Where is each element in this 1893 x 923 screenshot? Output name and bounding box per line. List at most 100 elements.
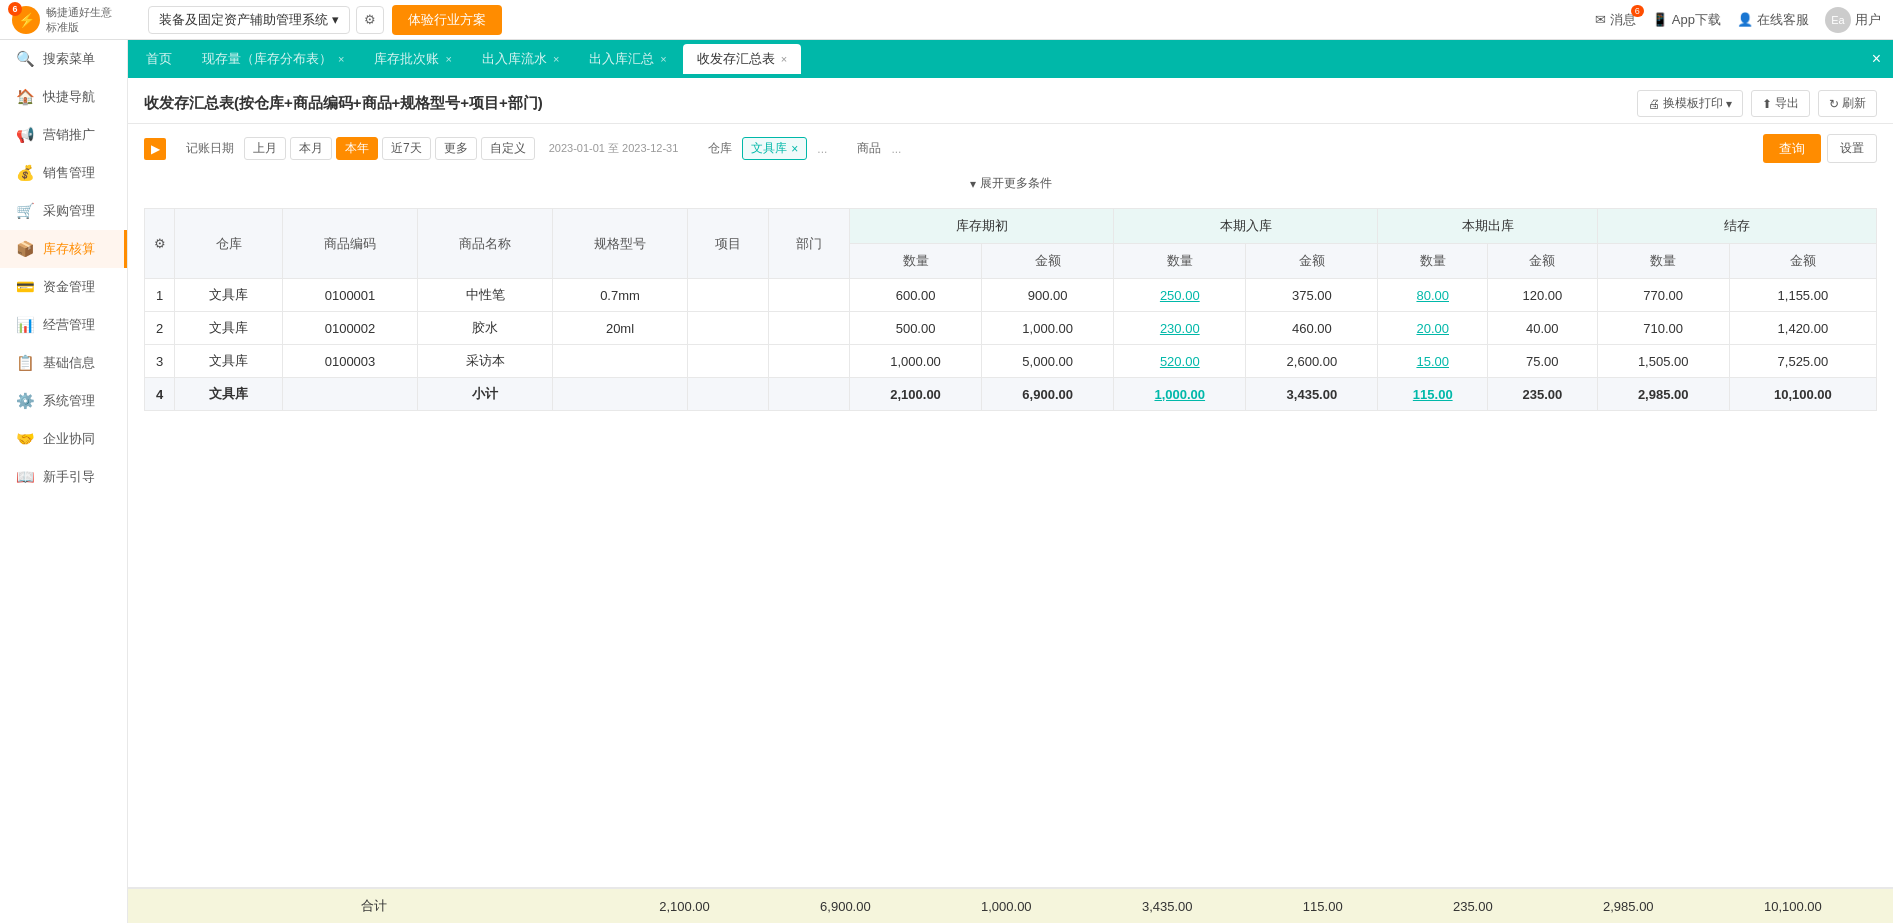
row-dept bbox=[769, 378, 850, 411]
sidebar-icon-guide: 📖 bbox=[16, 468, 35, 486]
message-button[interactable]: ✉ 消息 6 bbox=[1595, 11, 1636, 29]
col-header-warehouse: 仓库 bbox=[175, 209, 283, 279]
row-in-qty[interactable]: 230.00 bbox=[1114, 312, 1246, 345]
app-download-button[interactable]: 📱 App下载 bbox=[1652, 11, 1721, 29]
row-code: 0100002 bbox=[283, 312, 418, 345]
row-warehouse: 文具库 bbox=[175, 345, 283, 378]
row-out-qty-link[interactable]: 115.00 bbox=[1413, 387, 1453, 402]
user-button[interactable]: Ea 用户 bbox=[1825, 7, 1881, 33]
sidebar-item-inventory[interactable]: 📦库存核算 bbox=[0, 230, 127, 268]
footer-label: 合计 bbox=[144, 897, 604, 915]
tab-receivable-summary[interactable]: 收发存汇总表 × bbox=[683, 44, 801, 74]
row-spec: 0.7mm bbox=[553, 279, 688, 312]
tab-close-tab-batch[interactable]: × bbox=[445, 53, 451, 65]
date-btn-近7天[interactable]: 近7天 bbox=[382, 137, 431, 160]
warehouse-tag: 文具库 × bbox=[742, 137, 807, 160]
sidebar-item-sales[interactable]: 💰销售管理 bbox=[0, 154, 127, 192]
expand-more-button[interactable]: ▾ 展开更多条件 bbox=[964, 169, 1058, 198]
row-out-qty[interactable]: 80.00 bbox=[1378, 279, 1488, 312]
sidebar-label-guide: 新手引导 bbox=[43, 468, 95, 486]
date-btn-本月[interactable]: 本月 bbox=[290, 137, 332, 160]
footer-in-qty: 1,000.00 bbox=[981, 899, 1032, 914]
sidebar-item-guide[interactable]: 📖 新手引导 bbox=[0, 458, 127, 496]
tab-inout-flow[interactable]: 出入库流水× bbox=[468, 44, 573, 74]
tab-close-tab-receivable-summary[interactable]: × bbox=[781, 53, 787, 65]
sidebar-label-purchase: 采购管理 bbox=[43, 202, 95, 220]
service-icon: 👤 bbox=[1737, 12, 1753, 27]
online-service-button[interactable]: 👤 在线客服 bbox=[1737, 11, 1809, 29]
footer-in-amt: 3,435.00 bbox=[1142, 899, 1193, 914]
sidebar-label-inventory: 库存核算 bbox=[43, 240, 95, 258]
tab-inventory-dist[interactable]: 现存量（库存分布表）× bbox=[188, 44, 358, 74]
sidebar-item-collab[interactable]: 🤝企业协同 bbox=[0, 420, 127, 458]
expand-arrow-button[interactable]: ▶ bbox=[144, 138, 166, 160]
query-button[interactable]: 查询 bbox=[1763, 134, 1821, 163]
footer-open-amt: 6,900.00 bbox=[820, 899, 871, 914]
sidebar-item-purchase[interactable]: 🛒 采购管理 bbox=[0, 192, 127, 230]
date-btn-更多[interactable]: 更多 bbox=[435, 137, 477, 160]
sidebar-label-collab: 企业协同 bbox=[43, 430, 95, 448]
table-row: 1文具库0100001中性笔0.7mm600.00900.00250.00375… bbox=[145, 279, 1877, 312]
table-row: 2文具库0100002胶水20ml500.001,000.00230.00460… bbox=[145, 312, 1877, 345]
row-close-amt: 1,155.00 bbox=[1729, 279, 1876, 312]
refresh-button[interactable]: ↻ 刷新 bbox=[1818, 90, 1877, 117]
row-out-qty[interactable]: 15.00 bbox=[1378, 345, 1488, 378]
row-out-qty-link[interactable]: 80.00 bbox=[1416, 288, 1449, 303]
row-out-amt: 75.00 bbox=[1488, 345, 1598, 378]
tab-close-tab-inout-summary[interactable]: × bbox=[660, 53, 666, 65]
tab-home[interactable]: 首页 bbox=[132, 44, 186, 74]
row-out-qty[interactable]: 20.00 bbox=[1378, 312, 1488, 345]
close-all-tabs-button[interactable]: × bbox=[1864, 50, 1889, 68]
export-button[interactable]: ⬆ 导出 bbox=[1751, 90, 1810, 117]
sidebar-label-sales: 销售管理 bbox=[43, 164, 95, 182]
row-out-qty[interactable]: 115.00 bbox=[1378, 378, 1488, 411]
sidebar-item-marketing[interactable]: 📢营销推广 bbox=[0, 116, 127, 154]
row-in-qty[interactable]: 250.00 bbox=[1114, 279, 1246, 312]
tab-close-tab-inventory-dist[interactable]: × bbox=[338, 53, 344, 65]
date-btn-本年[interactable]: 本年 bbox=[336, 137, 378, 160]
sidebar-item-operation[interactable]: 📊经营管理 bbox=[0, 306, 127, 344]
sidebar: 🔍搜索菜单🏠快捷导航📢营销推广💰销售管理 🛒 采购管理 📦库存核算💳资金管理📊经营管理… bbox=[0, 40, 128, 923]
sidebar-item-finance[interactable]: 💳资金管理 bbox=[0, 268, 127, 306]
remove-warehouse-button[interactable]: × bbox=[791, 142, 798, 156]
table-container: ⚙ 仓库 商品编码 商品名称 规格型号 项目 部门 库存期初 本期入库 本期出库… bbox=[128, 208, 1893, 887]
sidebar-icon-purchase: 🛒 bbox=[16, 202, 35, 220]
row-out-amt: 120.00 bbox=[1488, 279, 1598, 312]
tab-inout-summary[interactable]: 出入库汇总× bbox=[575, 44, 680, 74]
print-button[interactable]: 🖨 换模板打印 ▾ bbox=[1637, 90, 1743, 117]
tab-close-tab-inout-flow[interactable]: × bbox=[553, 53, 559, 65]
col-out-amt: 金额 bbox=[1488, 244, 1598, 279]
trial-button[interactable]: 体验行业方案 bbox=[392, 5, 502, 35]
system-select[interactable]: 装备及固定资产辅助管理系统 ▾ bbox=[148, 6, 350, 34]
sidebar-icon-search: 🔍 bbox=[16, 50, 35, 68]
date-btn-自定义[interactable]: 自定义 bbox=[481, 137, 535, 160]
row-in-qty[interactable]: 520.00 bbox=[1114, 345, 1246, 378]
col-open-amt: 金额 bbox=[982, 244, 1114, 279]
tab-label-tab-receivable-summary: 收发存汇总表 bbox=[697, 50, 775, 68]
table-settings-col[interactable]: ⚙ bbox=[145, 209, 175, 279]
row-open-amt: 900.00 bbox=[982, 279, 1114, 312]
col-header-project: 项目 bbox=[688, 209, 769, 279]
message-badge: 6 bbox=[1631, 5, 1644, 17]
sidebar-item-system[interactable]: ⚙️系统管理 bbox=[0, 382, 127, 420]
row-in-qty-link[interactable]: 520.00 bbox=[1160, 354, 1200, 369]
row-in-qty-link[interactable]: 250.00 bbox=[1160, 288, 1200, 303]
row-out-qty-link[interactable]: 15.00 bbox=[1416, 354, 1449, 369]
tab-batch[interactable]: 库存批次账× bbox=[360, 44, 465, 74]
row-in-qty[interactable]: 1,000.00 bbox=[1114, 378, 1246, 411]
sidebar-item-basic[interactable]: 📋基础信息 bbox=[0, 344, 127, 382]
row-in-qty-link[interactable]: 1,000.00 bbox=[1154, 387, 1205, 402]
row-open-amt: 5,000.00 bbox=[982, 345, 1114, 378]
row-out-qty-link[interactable]: 20.00 bbox=[1416, 321, 1449, 336]
settings-button[interactable]: 设置 bbox=[1827, 134, 1877, 163]
sidebar-icon-finance: 💳 bbox=[16, 278, 35, 296]
row-close-qty: 1,505.00 bbox=[1597, 345, 1729, 378]
row-project bbox=[688, 279, 769, 312]
gear-button[interactable]: ⚙ bbox=[356, 6, 384, 34]
goods-more-button[interactable]: ... bbox=[891, 142, 901, 156]
sidebar-item-quick-nav[interactable]: 🏠快捷导航 bbox=[0, 78, 127, 116]
sidebar-item-search[interactable]: 🔍搜索菜单 bbox=[0, 40, 127, 78]
warehouse-more-button[interactable]: ... bbox=[817, 142, 827, 156]
date-btn-上月[interactable]: 上月 bbox=[244, 137, 286, 160]
row-in-qty-link[interactable]: 230.00 bbox=[1160, 321, 1200, 336]
